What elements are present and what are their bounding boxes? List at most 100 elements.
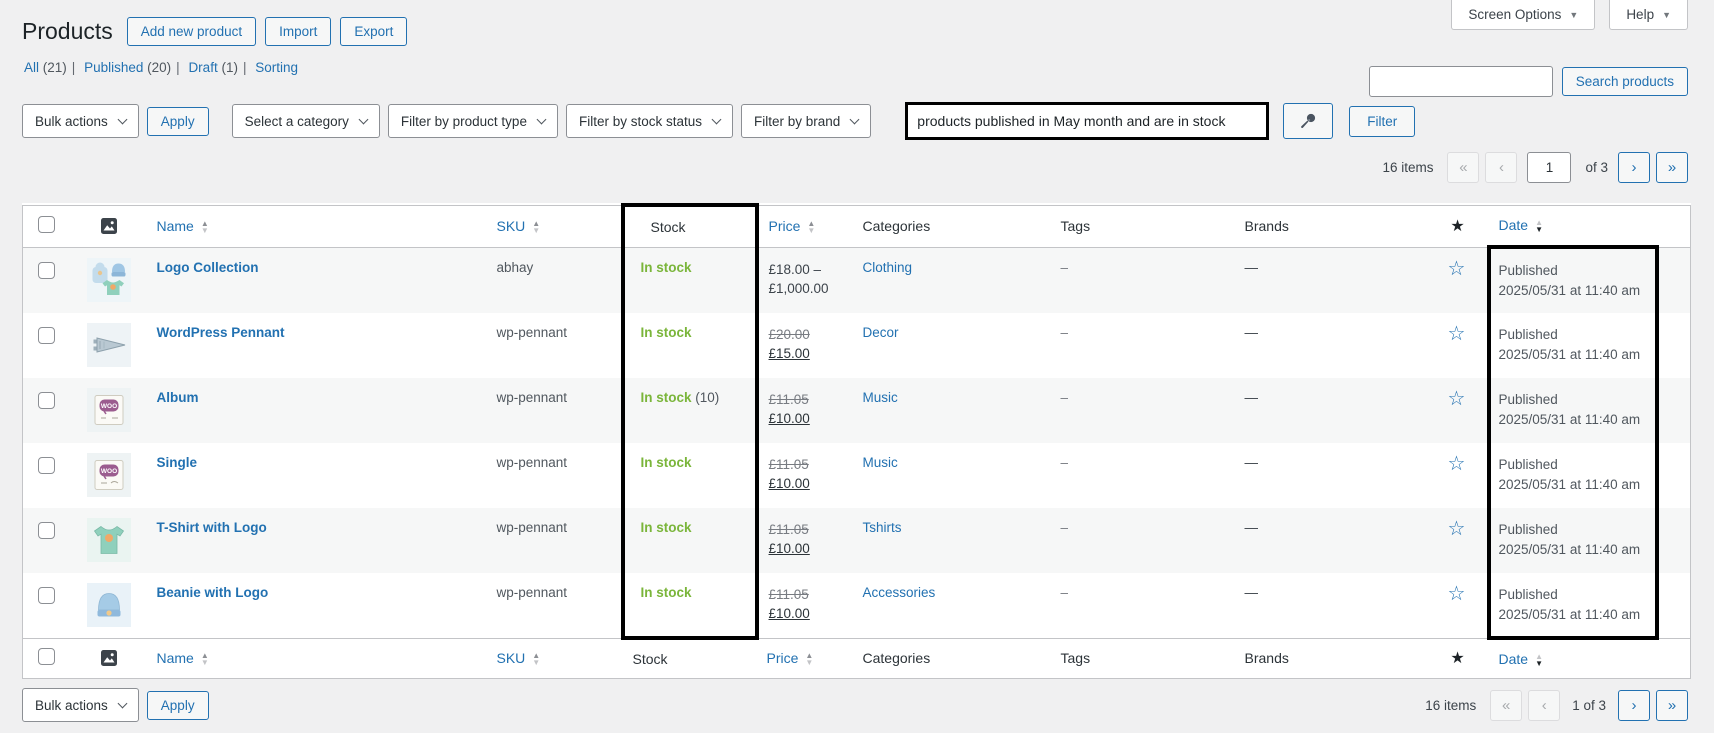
categories-column-header: Categories bbox=[852, 205, 1051, 248]
export-button[interactable]: Export bbox=[340, 16, 408, 46]
first-page-button[interactable]: « bbox=[1490, 689, 1523, 721]
stock-status: In stock bbox=[640, 519, 692, 535]
sort-by-name[interactable]: Name bbox=[157, 650, 194, 666]
screen-options-button[interactable]: Screen Options ▼ bbox=[1451, 0, 1596, 30]
search-input[interactable] bbox=[1368, 66, 1553, 97]
price-line2: £10.00 bbox=[768, 605, 810, 621]
sort-by-date[interactable]: Date bbox=[1499, 651, 1529, 667]
product-name-link[interactable]: Beanie with Logo bbox=[157, 585, 269, 600]
row-checkbox[interactable] bbox=[38, 521, 56, 539]
brand-filter-select[interactable]: Filter by brand bbox=[741, 104, 872, 138]
bulk-actions-select[interactable]: Bulk actions bbox=[22, 104, 139, 138]
stock-status-filter-select[interactable]: Filter by stock status bbox=[565, 104, 733, 138]
sort-by-price[interactable]: Price bbox=[769, 218, 801, 234]
search-products-button[interactable]: Search products bbox=[1561, 67, 1688, 96]
previous-page-button[interactable]: ‹ bbox=[1528, 689, 1561, 721]
stock-status: In stock bbox=[640, 584, 692, 600]
bulk-actions-select-bottom[interactable]: Bulk actions bbox=[22, 688, 139, 722]
date-value: 2025/05/31 at 11:40 am bbox=[1498, 541, 1641, 557]
view-published-link[interactable]: Published bbox=[84, 60, 143, 75]
page-title: Products bbox=[22, 18, 113, 44]
apply-button[interactable]: Apply bbox=[146, 106, 209, 136]
featured-toggle-star[interactable] bbox=[1448, 518, 1466, 540]
sort-by-price[interactable]: Price bbox=[767, 650, 799, 666]
product-category-link[interactable]: Decor bbox=[863, 325, 899, 340]
last-page-button[interactable]: » bbox=[1656, 152, 1688, 183]
view-published-count: (20) bbox=[147, 60, 172, 75]
featured-toggle-star[interactable] bbox=[1448, 258, 1466, 280]
product-thumbnail[interactable]: WOO bbox=[86, 452, 131, 497]
add-new-product-button[interactable]: Add new product bbox=[126, 16, 257, 46]
featured-star-icon bbox=[1450, 218, 1464, 235]
category-filter-select[interactable]: Select a category bbox=[231, 104, 380, 138]
sort-arrows-icon bbox=[532, 652, 540, 666]
stock-status: In stock bbox=[640, 454, 692, 470]
product-thumbnail[interactable] bbox=[86, 257, 131, 302]
product-thumbnail[interactable] bbox=[86, 322, 131, 367]
row-checkbox[interactable] bbox=[38, 456, 56, 474]
filter-button[interactable]: Filter bbox=[1349, 105, 1416, 137]
row-checkbox[interactable] bbox=[38, 326, 56, 344]
media-icon bbox=[100, 650, 117, 667]
first-page-button[interactable]: « bbox=[1447, 152, 1480, 183]
product-thumbnail[interactable] bbox=[86, 582, 131, 627]
product-name-link[interactable]: Album bbox=[157, 390, 199, 405]
product-category-link[interactable]: Accessories bbox=[863, 585, 936, 600]
product-category-link[interactable]: Tshirts bbox=[863, 520, 902, 535]
product-type-filter-select[interactable]: Filter by product type bbox=[387, 104, 558, 138]
select-all-checkbox[interactable] bbox=[38, 216, 56, 233]
row-checkbox[interactable] bbox=[38, 391, 56, 409]
thumbnail-single: WOO bbox=[86, 452, 131, 497]
product-category-link[interactable]: Music bbox=[863, 455, 898, 470]
product-name-link[interactable]: WordPress Pennant bbox=[157, 325, 285, 340]
chevron-down-icon bbox=[117, 114, 128, 124]
total-pages-label: of 3 bbox=[1585, 160, 1608, 175]
product-name-link[interactable]: Logo Collection bbox=[157, 260, 259, 275]
previous-page-button[interactable]: ‹ bbox=[1485, 152, 1518, 183]
bulk-actions-value: Bulk actions bbox=[35, 113, 108, 129]
thumbnail-album: WOO bbox=[86, 387, 131, 432]
page-range-label: 1 of 3 bbox=[1572, 697, 1606, 713]
categories-column-footer: Categories bbox=[852, 637, 1051, 678]
sort-by-sku[interactable]: SKU bbox=[497, 218, 526, 234]
featured-toggle-star[interactable] bbox=[1448, 453, 1466, 475]
stock-column-header: Stock bbox=[620, 203, 759, 248]
brands-column-header: Brands bbox=[1234, 205, 1427, 248]
view-sorting-link[interactable]: Sorting bbox=[255, 60, 298, 75]
sort-by-date[interactable]: Date bbox=[1499, 217, 1529, 233]
featured-toggle-star[interactable] bbox=[1448, 323, 1466, 345]
price-line1: £11.05 bbox=[768, 391, 809, 407]
apply-button-bottom[interactable]: Apply bbox=[146, 690, 209, 720]
ai-query-input[interactable] bbox=[908, 113, 1267, 129]
view-draft-link[interactable]: Draft bbox=[188, 60, 217, 75]
select-all-checkbox[interactable] bbox=[38, 648, 56, 665]
next-page-button[interactable]: › bbox=[1618, 152, 1650, 183]
help-button[interactable]: Help ▼ bbox=[1609, 0, 1688, 30]
row-checkbox[interactable] bbox=[38, 586, 56, 604]
next-page-button[interactable]: › bbox=[1618, 689, 1650, 721]
sort-by-name[interactable]: Name bbox=[157, 218, 194, 234]
featured-toggle-star[interactable] bbox=[1448, 583, 1466, 605]
stock-status: In stock bbox=[640, 389, 692, 405]
ai-query-box bbox=[905, 102, 1270, 140]
price-line2: £10.00 bbox=[768, 540, 810, 556]
view-all-link[interactable]: All bbox=[24, 60, 39, 75]
tags-column-header: Tags bbox=[1050, 205, 1235, 248]
sort-by-sku[interactable]: SKU bbox=[497, 650, 526, 666]
product-category-link[interactable]: Music bbox=[863, 390, 898, 405]
row-checkbox[interactable] bbox=[38, 261, 56, 279]
product-category-link[interactable]: Clothing bbox=[863, 260, 913, 275]
import-button[interactable]: Import bbox=[265, 16, 332, 46]
last-page-button[interactable]: » bbox=[1656, 689, 1688, 721]
product-brands: — bbox=[1244, 454, 1259, 470]
featured-toggle-star[interactable] bbox=[1448, 388, 1466, 410]
product-row: WOO Single wp-pennant In stock £11.05 £1… bbox=[23, 442, 1691, 508]
product-name-link[interactable]: Single bbox=[157, 455, 198, 470]
date-status: Published bbox=[1498, 586, 1558, 602]
product-thumbnail[interactable]: WOO bbox=[86, 387, 131, 432]
voice-search-button[interactable] bbox=[1283, 103, 1334, 139]
product-name-link[interactable]: T-Shirt with Logo bbox=[157, 520, 267, 535]
current-page-input[interactable]: 1 bbox=[1527, 152, 1572, 183]
products-tbody: Logo Collection abhay In stock £18.00 – … bbox=[22, 245, 1691, 640]
product-thumbnail[interactable] bbox=[86, 517, 131, 562]
